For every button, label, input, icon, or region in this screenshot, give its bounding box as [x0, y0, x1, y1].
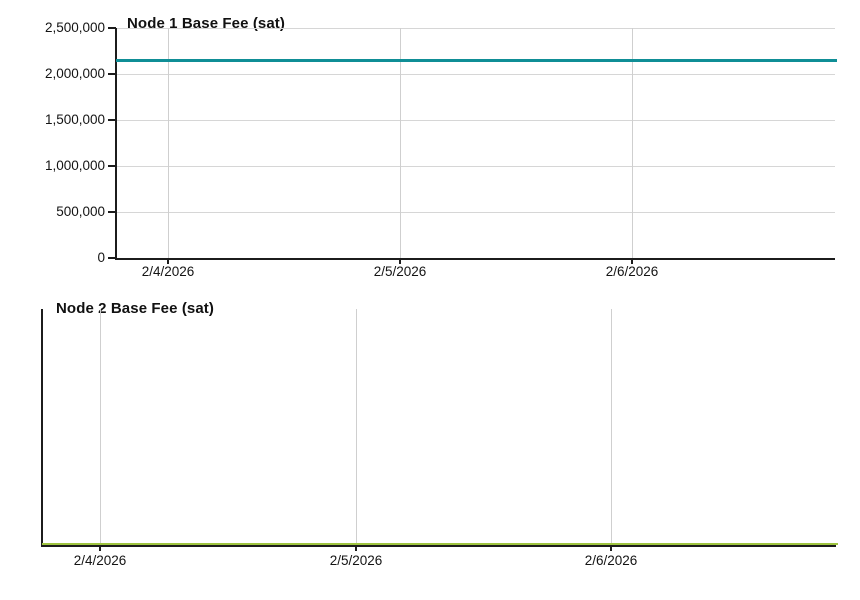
chart1-plot-area: [115, 28, 837, 264]
gridline: [356, 309, 357, 545]
gridline: [611, 309, 612, 545]
y-tick-label: 2,500,000: [44, 20, 105, 35]
gridline: [117, 212, 835, 213]
chart2-plot-area: [41, 309, 838, 551]
gridline: [117, 74, 835, 75]
gridline: [117, 166, 835, 167]
y-tick-label: 500,000: [56, 204, 105, 219]
x-tick-mark: [610, 545, 612, 551]
x-tick-label: 2/5/2026: [373, 264, 427, 279]
x-tick-mark: [99, 545, 101, 551]
x-tick-label: 2/6/2026: [584, 553, 638, 568]
gridline: [168, 28, 169, 258]
x-tick-label: 2/4/2026: [73, 553, 127, 568]
node2-base-fee-series-line: [42, 543, 838, 545]
gridline: [117, 120, 835, 121]
x-tick-label: 2/4/2026: [141, 264, 195, 279]
x-tick-mark: [355, 545, 357, 551]
gridline: [100, 309, 101, 545]
gridline: [117, 28, 835, 29]
gridline: [400, 28, 401, 258]
node1-base-fee-series-line: [116, 59, 837, 62]
charts-panel: Node 1 Base Fee (sat) 2,500,000 2,000,00…: [0, 0, 860, 600]
y-tick-label: 1,500,000: [44, 112, 105, 127]
y-tick-label: 1,000,000: [44, 158, 105, 173]
x-tick-label: 2/5/2026: [329, 553, 383, 568]
y-tick-label: 0: [97, 250, 105, 265]
x-tick-label: 2/6/2026: [605, 264, 659, 279]
y-tick-label: 2,000,000: [44, 66, 105, 81]
gridline: [632, 28, 633, 258]
